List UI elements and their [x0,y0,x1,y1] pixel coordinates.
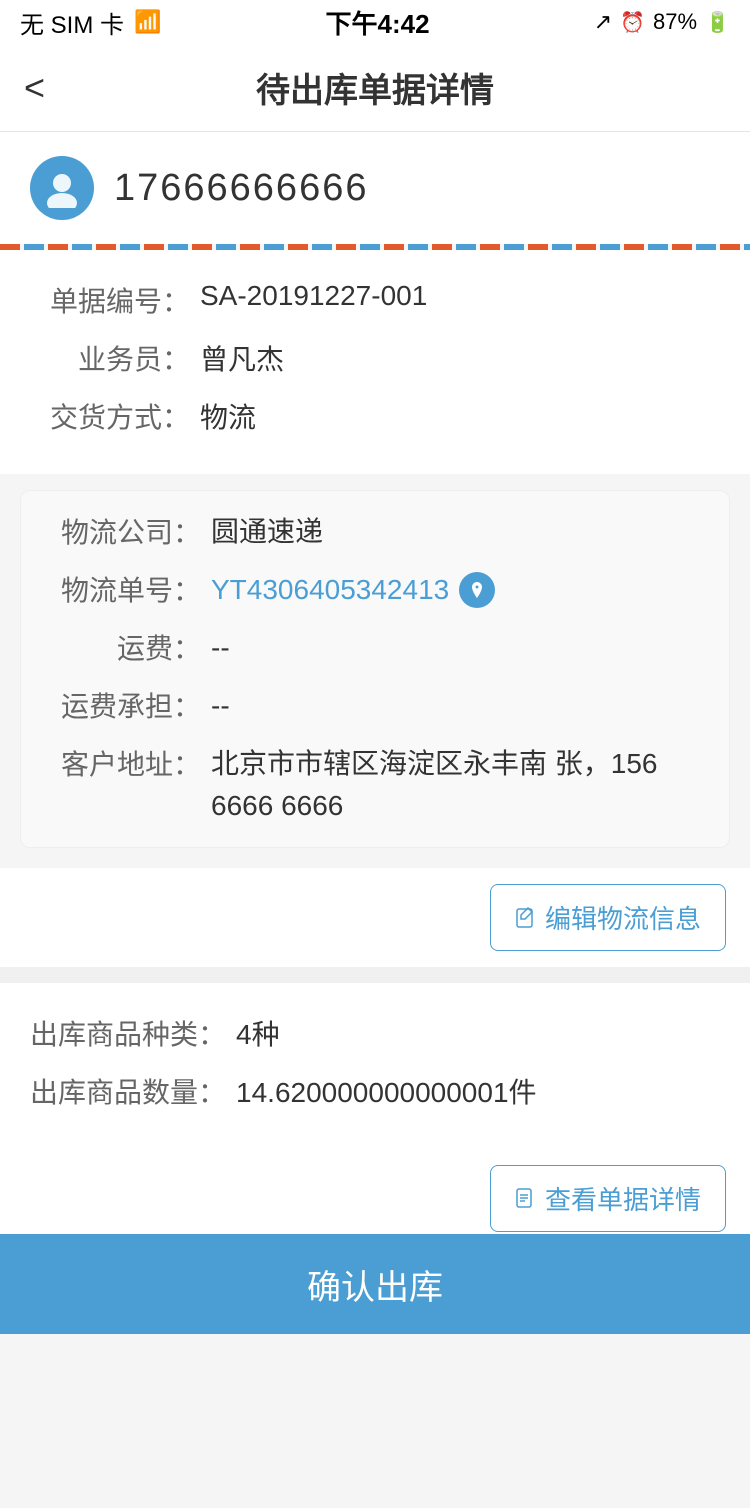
status-right: ↗ ⏰ 87% 🔋 [594,9,730,35]
edit-button-row: 编辑物流信息 [0,868,750,967]
salesman-label: 业务员： [30,338,190,378]
tracking-no-row: 物流单号： YT4306405342413 [41,569,709,611]
logistics-company-value: 圆通速递 [211,511,709,553]
tracking-no-value: YT4306405342413 [211,569,449,611]
location-status-icon: ↗ [594,9,612,35]
order-no-value: SA-20191227-001 [200,280,720,312]
logistics-company-label: 物流公司： [41,511,201,551]
edit-logistics-label: 编辑物流信息 [545,899,701,936]
status-bar: 无 SIM 卡 📶 下午4:42 ↗ ⏰ 87% 🔋 [0,0,750,44]
tracking-row: YT4306405342413 [201,569,495,611]
customer-phone: 17666666666 [114,167,368,210]
product-types-row: 出库商品种类： 4种 [30,1013,720,1053]
product-section: 出库商品种类： 4种 出库商品数量： 14.620000000000001件 [0,983,750,1149]
wifi-icon: 📶 [134,9,161,35]
view-detail-button[interactable]: 查看单据详情 [490,1165,726,1232]
delivery-label: 交货方式： [30,396,190,436]
freight-value: -- [211,627,709,669]
confirm-button-label: 确认出库 [307,1260,443,1309]
freight-label: 运费： [41,627,201,667]
logistics-company-row: 物流公司： 圆通速递 [41,511,709,553]
page-title: 待出库单据详情 [256,63,494,112]
section-divider [0,967,750,983]
view-detail-label: 查看单据详情 [545,1180,701,1217]
address-row: 客户地址： 北京市市辖区海淀区永丰南 张，156 6666 6666 [41,743,709,827]
document-icon [515,1188,537,1210]
delivery-value: 物流 [200,396,720,436]
nav-bar: < 待出库单据详情 [0,44,750,132]
edit-icon [515,907,537,929]
product-quantity-row: 出库商品数量： 14.620000000000001件 [30,1071,720,1111]
product-quantity-label: 出库商品数量： [30,1071,226,1111]
product-types-label: 出库商品种类： [30,1013,226,1053]
freight-row: 运费： -- [41,627,709,669]
salesman-row: 业务员： 曾凡杰 [30,338,720,378]
status-time: 下午4:42 [326,4,430,41]
product-types-value: 4种 [236,1013,720,1053]
freight-bearer-label: 运费承担： [41,685,201,725]
order-info-section: 单据编号： SA-20191227-001 业务员： 曾凡杰 交货方式： 物流 [0,250,750,474]
confirm-bar[interactable]: 确认出库 [0,1234,750,1334]
carrier-text: 无 SIM 卡 [20,5,124,40]
address-value: 北京市市辖区海淀区永丰南 张，156 6666 6666 [211,743,709,827]
freight-bearer-row: 运费承担： -- [41,685,709,727]
map-location-icon[interactable] [459,572,495,608]
order-no-row: 单据编号： SA-20191227-001 [30,280,720,320]
edit-logistics-button[interactable]: 编辑物流信息 [490,884,726,951]
tracking-no-label: 物流单号： [41,569,201,609]
product-quantity-value: 14.620000000000001件 [236,1071,720,1111]
freight-bearer-value: -- [211,685,709,727]
order-no-label: 单据编号： [30,280,190,320]
salesman-value: 曾凡杰 [200,338,720,378]
delivery-row: 交货方式： 物流 [30,396,720,436]
logistics-card: 物流公司： 圆通速递 物流单号： YT4306405342413 运费： -- … [20,490,730,848]
alarm-icon: ⏰ [620,10,645,35]
back-button[interactable]: < [24,67,45,109]
battery-text: 87% [653,9,697,35]
customer-header: 17666666666 [0,132,750,244]
avatar [30,156,94,220]
battery-icon: 🔋 [705,10,730,35]
address-label: 客户地址： [41,743,201,783]
status-left: 无 SIM 卡 📶 [20,5,161,40]
